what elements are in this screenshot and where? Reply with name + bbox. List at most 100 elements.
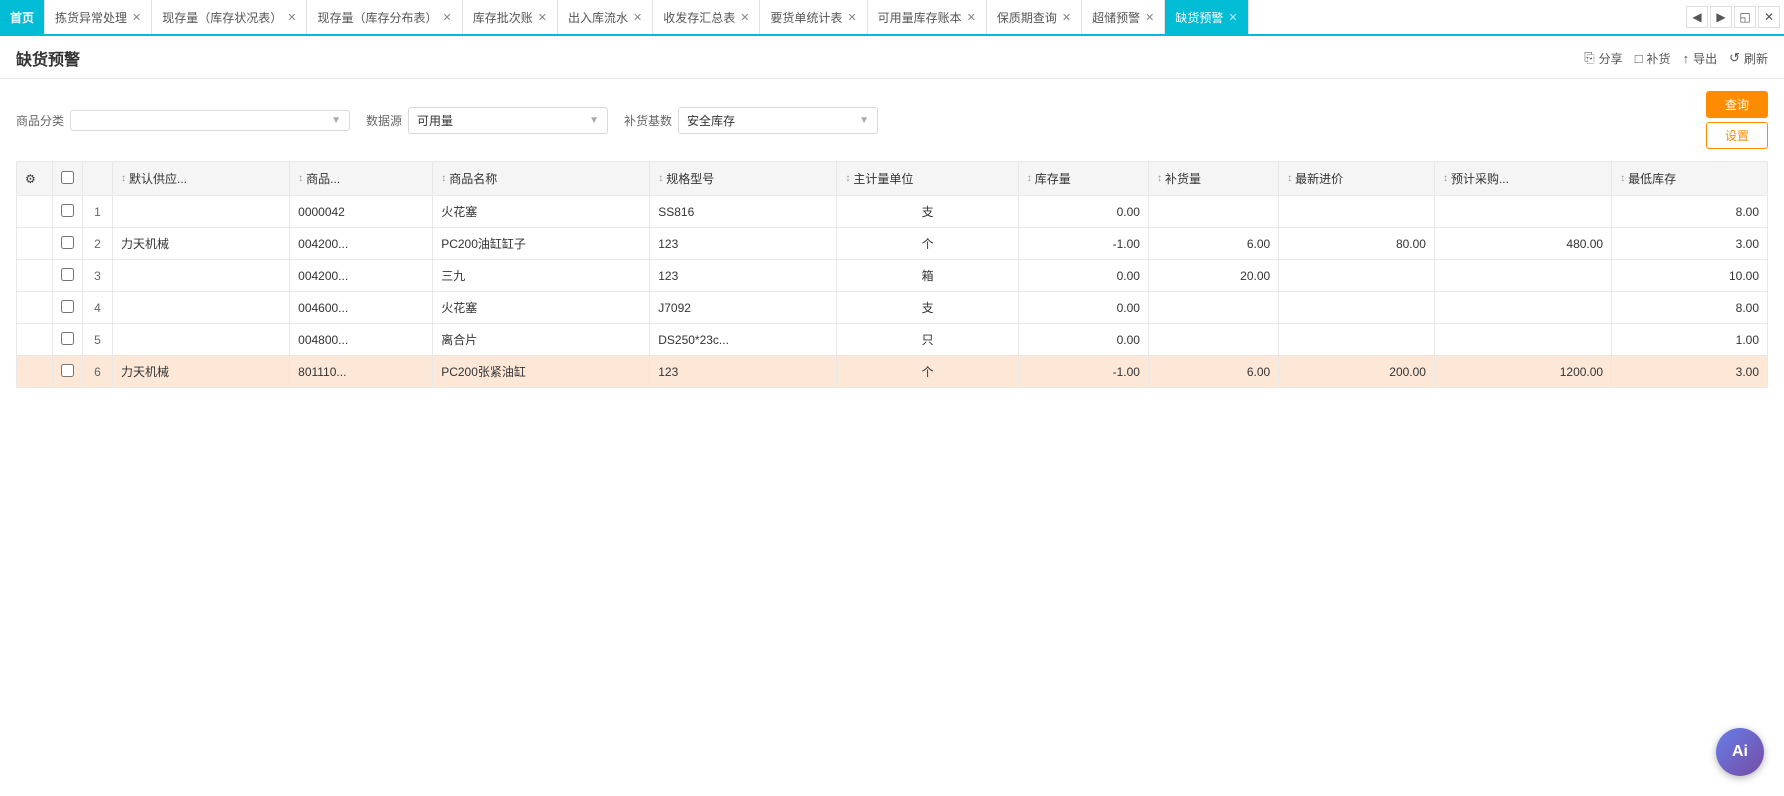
category-filter-group: 商品分类 ▼	[16, 110, 350, 131]
tab-inventory-dist-label: 现存量（库存分布表）	[317, 9, 437, 26]
row-num-6: 6	[83, 356, 113, 388]
row-replenish-qty-4	[1148, 292, 1278, 324]
close-tab-overstock[interactable]: ✕	[1145, 11, 1154, 24]
row-checkbox-2[interactable]	[61, 236, 74, 249]
tab-restore-button[interactable]: ◱	[1734, 6, 1756, 28]
close-tab-inventory-status[interactable]: ✕	[287, 11, 296, 24]
replenish-label: 补货	[1647, 50, 1671, 67]
tab-inventory-dist[interactable]: 现存量（库存分布表） ✕	[307, 0, 462, 34]
refresh-label: 刷新	[1744, 50, 1768, 67]
header-actions: ⎘ 分享 □ 补货 ↑ 导出 ↺ 刷新	[1584, 50, 1768, 67]
tab-next-button[interactable]: ▶	[1710, 6, 1732, 28]
column-product-code[interactable]: ↕ 商品...	[290, 162, 433, 196]
sort-icon-replenish-qty: ↕	[1157, 173, 1162, 184]
row-min-stock-3: 10.00	[1612, 260, 1768, 292]
row-min-stock-5: 1.00	[1612, 324, 1768, 356]
row-min-stock-6: 3.00	[1612, 356, 1768, 388]
row-checkbox-cell-1[interactable]	[53, 196, 83, 228]
row-spec-4: J7092	[650, 292, 837, 324]
row-unit-6: 个	[837, 356, 1018, 388]
category-select[interactable]: ▼	[70, 110, 350, 131]
column-product-name[interactable]: ↕ 商品名称	[433, 162, 650, 196]
select-all-checkbox[interactable]	[61, 171, 74, 184]
sort-icon-est-purchase: ↕	[1443, 173, 1448, 184]
tab-shortage[interactable]: 缺货预警 ✕	[1165, 0, 1248, 34]
tab-nav-buttons: ◀ ▶ ◱ ✕	[1682, 6, 1784, 28]
query-button[interactable]: 查询	[1706, 91, 1768, 118]
row-checkbox-cell-4[interactable]	[53, 292, 83, 324]
tab-available-ledger[interactable]: 可用量库存账本 ✕	[868, 0, 987, 34]
column-stock[interactable]: ↕ 库存量	[1018, 162, 1148, 196]
tab-receive-summary[interactable]: 收发存汇总表 ✕	[653, 0, 760, 34]
row-checkbox-1[interactable]	[61, 204, 74, 217]
row-checkbox-cell-3[interactable]	[53, 260, 83, 292]
row-checkbox-6[interactable]	[61, 364, 74, 377]
row-replenish-qty-1	[1148, 196, 1278, 228]
replenish-base-select[interactable]: 安全库存 ▼	[678, 107, 878, 134]
close-tab-abnormal[interactable]: ✕	[132, 11, 141, 24]
column-gear[interactable]: ⚙	[17, 162, 53, 196]
column-unit[interactable]: ↕ 主计量单位	[837, 162, 1018, 196]
column-spec[interactable]: ↕ 规格型号	[650, 162, 837, 196]
tab-expiry-query[interactable]: 保质期查询 ✕	[987, 0, 1082, 34]
tab-inout-flow[interactable]: 出入库流水 ✕	[558, 0, 653, 34]
refresh-button[interactable]: ↺ 刷新	[1729, 50, 1768, 67]
row-min-stock-4: 8.00	[1612, 292, 1768, 324]
row-unit-1: 支	[837, 196, 1018, 228]
close-tab-inout-flow[interactable]: ✕	[633, 11, 642, 24]
tab-overstock[interactable]: 超储预警 ✕	[1082, 0, 1165, 34]
settings-button[interactable]: 设置	[1706, 122, 1768, 149]
ai-badge[interactable]: Ai	[1716, 728, 1764, 776]
tab-inventory-status-label: 现存量（库存状况表）	[162, 9, 282, 26]
row-checkbox-5[interactable]	[61, 332, 74, 345]
row-latest-price-3	[1279, 260, 1435, 292]
share-button[interactable]: ⎘ 分享	[1584, 50, 1622, 67]
datasource-select[interactable]: 可用量 ▼	[408, 107, 608, 134]
row-checkbox-4[interactable]	[61, 300, 74, 313]
column-replenish-qty[interactable]: ↕ 补货量	[1148, 162, 1278, 196]
row-gear-4	[17, 292, 53, 324]
close-tab-available-ledger[interactable]: ✕	[967, 11, 976, 24]
gear-icon[interactable]: ⚙	[25, 172, 36, 186]
row-checkbox-cell-6[interactable]	[53, 356, 83, 388]
column-est-purchase[interactable]: ↕ 预计采购...	[1434, 162, 1611, 196]
column-min-stock[interactable]: ↕ 最低库存	[1612, 162, 1768, 196]
tab-abnormal[interactable]: 拣货异常处理 ✕	[45, 0, 152, 34]
tab-prev-button[interactable]: ◀	[1686, 6, 1708, 28]
tab-home[interactable]: 首页	[0, 0, 45, 34]
tab-close-button[interactable]: ✕	[1758, 6, 1780, 28]
replenish-button[interactable]: □ 补货	[1635, 50, 1671, 67]
category-label: 商品分类	[16, 112, 64, 129]
row-checkbox-3[interactable]	[61, 268, 74, 281]
close-tab-receive-summary[interactable]: ✕	[740, 11, 749, 24]
replenish-base-label: 补货基数	[624, 112, 672, 129]
row-checkbox-cell-2[interactable]	[53, 228, 83, 260]
sort-icon-stock: ↕	[1027, 173, 1032, 184]
export-icon: ↑	[1683, 51, 1690, 66]
column-supplier[interactable]: ↕ 默认供应...	[113, 162, 290, 196]
column-select-all[interactable]	[53, 162, 83, 196]
replenish-icon: □	[1635, 51, 1643, 66]
sort-icon-product-name: ↕	[441, 173, 446, 184]
tab-batch-account-label: 库存批次账	[473, 9, 533, 26]
sort-icon-supplier: ↕	[121, 173, 126, 184]
row-checkbox-cell-5[interactable]	[53, 324, 83, 356]
column-latest-price[interactable]: ↕ 最新进价	[1279, 162, 1435, 196]
export-button[interactable]: ↑ 导出	[1683, 50, 1718, 67]
close-tab-expiry-query[interactable]: ✕	[1062, 11, 1071, 24]
row-gear-2	[17, 228, 53, 260]
close-tab-shortage[interactable]: ✕	[1228, 11, 1237, 24]
row-gear-3	[17, 260, 53, 292]
close-tab-order-stat[interactable]: ✕	[847, 11, 856, 24]
tab-batch-account[interactable]: 库存批次账 ✕	[463, 0, 558, 34]
row-product-code-4: 004600...	[290, 292, 433, 324]
tab-abnormal-label: 拣货异常处理	[55, 9, 127, 26]
table-container: ⚙ ↕ 默认供应... ↕	[0, 161, 1784, 388]
table-row: 4 004600... 火花塞 J7092 支 0.00 8.00	[17, 292, 1768, 324]
tab-order-stat[interactable]: 要货单统计表 ✕	[760, 0, 867, 34]
close-tab-inventory-dist[interactable]: ✕	[443, 11, 452, 24]
row-est-purchase-1	[1434, 196, 1611, 228]
table-row: 6 力天机械 801110... PC200张紧油缸 123 个 -1.00 6…	[17, 356, 1768, 388]
tab-inventory-status[interactable]: 现存量（库存状况表） ✕	[152, 0, 307, 34]
close-tab-batch-account[interactable]: ✕	[538, 11, 547, 24]
